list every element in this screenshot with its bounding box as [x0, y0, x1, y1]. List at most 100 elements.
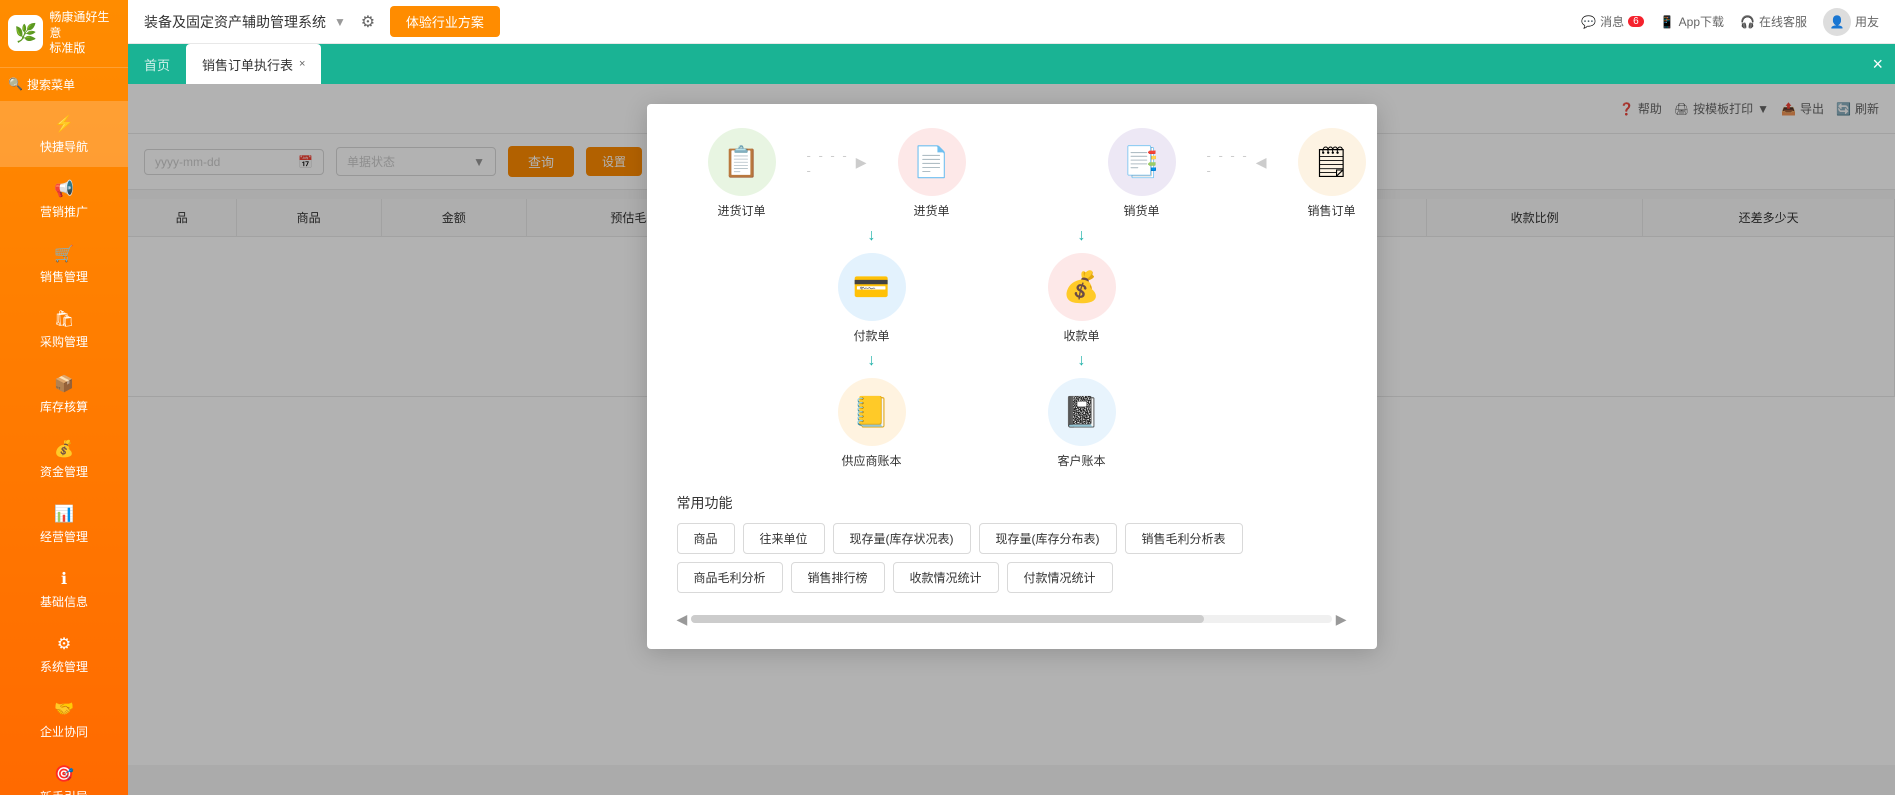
flow-item-purchase-bill[interactable]: 📄 进货单: [867, 128, 997, 219]
sidebar-item-新手引导[interactable]: 🎯新手引导: [0, 752, 128, 795]
trial-button[interactable]: 体验行业方案: [390, 6, 500, 37]
sidebar-item-经营管理[interactable]: 📊 经营管理: [0, 492, 128, 557]
down-arrow-rec: ↓: [1078, 352, 1086, 370]
supplier-ledger-label: 供应商账本: [841, 452, 901, 469]
tab-1[interactable]: 销售订单执行表×: [186, 44, 321, 84]
phone-icon: 📱: [1660, 15, 1675, 29]
tabs-close-btn[interactable]: ×: [1860, 54, 1895, 75]
sidebar-label-2: 销售管理: [40, 268, 88, 285]
sidebar-label-4: 库存核算: [40, 398, 88, 415]
purchase-order-label: 进货订单: [717, 202, 765, 219]
flow-item-sales-order[interactable]: 🗒 销售订单: [1267, 128, 1377, 219]
scroll-area: ◀ ▶: [677, 605, 1347, 633]
arrow-so-to-sb: - - - - - ◀: [1207, 148, 1267, 178]
tab-label-0: 首页: [144, 55, 170, 74]
sidebar-item-快捷导航[interactable]: ⚡ 快捷导航: [0, 102, 128, 167]
flow-row-connectors-2: ↓ ↓: [677, 352, 1147, 370]
purchase-bill-label: 进货单: [913, 202, 949, 219]
search-icon: 🔍: [8, 77, 23, 91]
flow-row-3: 📒 供应商账本 📓 客户账本: [677, 378, 1147, 469]
sidebar-icon-2: 🛒: [54, 244, 74, 264]
sidebar-label-3: 采购管理: [40, 333, 88, 350]
sidebar-icon-10: 🎯: [54, 764, 74, 784]
sidebar-item-销售管理[interactable]: 🛒 销售管理: [0, 232, 128, 297]
sidebar-icon-0: ⚡: [54, 114, 74, 134]
supplier-ledger-circle: 📒: [838, 378, 906, 446]
flow-item-payment-bill[interactable]: 💳 付款单: [807, 253, 937, 344]
sidebar-icon-7: ℹ: [61, 569, 67, 589]
down-arrow-sb: ↓: [1078, 227, 1086, 245]
receipt-bill-circle: 💰: [1048, 253, 1116, 321]
dropdown-icon[interactable]: ▼: [334, 15, 346, 29]
settings-icon[interactable]: ⚙: [354, 8, 382, 36]
sidebar-item-企业协同[interactable]: 🤝企业协同: [0, 687, 128, 752]
logo: 🌿 畅康通好生意 标准版: [0, 0, 128, 68]
app-download-item[interactable]: 📱 App下载: [1660, 13, 1724, 30]
sidebar-item-营销推广[interactable]: 📢营销推广: [0, 167, 128, 232]
sidebar-search[interactable]: 🔍 搜索菜单: [0, 68, 128, 102]
sales-order-label: 销售订单: [1307, 202, 1355, 219]
func-btn-6[interactable]: 销售排行榜: [791, 562, 885, 593]
modal-content: 📋 进货订单 - - - - - ▶ 📄: [647, 104, 1377, 649]
horizontal-scrollbar[interactable]: [691, 615, 1331, 623]
func-btn-5[interactable]: 商品毛利分析: [677, 562, 783, 593]
func-btn-8[interactable]: 付款情况统计: [1007, 562, 1113, 593]
func-btn-3[interactable]: 现存量(库存分布表): [979, 523, 1117, 554]
sidebar-label-6: 经营管理: [40, 528, 88, 545]
func-btn-2[interactable]: 现存量(库存状况表): [833, 523, 971, 554]
sidebar: 🌿 畅康通好生意 标准版 🔍 搜索菜单 ⚡ 快捷导航 📢营销推广 🛒 销售管理 🛍 采购管理…: [0, 0, 128, 795]
sidebar-item-资金管理[interactable]: 💰资金管理: [0, 427, 128, 492]
func-btn-0[interactable]: 商品: [677, 523, 735, 554]
headset-icon: 🎧: [1740, 15, 1755, 29]
func-btn-4[interactable]: 销售毛利分析表: [1125, 523, 1243, 554]
sidebar-item-采购管理[interactable]: 🛍 采购管理: [0, 297, 128, 362]
sales-bill-circle: 📑: [1108, 128, 1176, 196]
sales-order-circle: 🗒: [1298, 128, 1366, 196]
flow-diagram: 📋 进货订单 - - - - - ▶ 📄: [677, 128, 1347, 477]
flow-row-connectors: ↓ ↓: [677, 227, 1147, 245]
scroll-right-icon[interactable]: ▶: [1336, 611, 1347, 628]
common-functions: 常用功能 商品往来单位现存量(库存状况表)现存量(库存分布表)销售毛利分析表商品…: [677, 493, 1347, 593]
sidebar-label-7: 基础信息: [40, 593, 88, 610]
flow-row-2: 💳 付款单 💰 收款单: [677, 253, 1147, 344]
flow-item-purchase-order[interactable]: 📋 进货订单: [677, 128, 807, 219]
scroll-left-icon[interactable]: ◀: [677, 611, 688, 628]
tab-0[interactable]: 首页: [128, 44, 186, 84]
common-functions-title: 常用功能: [677, 493, 1347, 513]
sidebar-item-系统管理[interactable]: ⚙系统管理: [0, 622, 128, 687]
sidebar-icon-3: 🛍: [54, 309, 74, 329]
sidebar-nav: ⚡ 快捷导航 📢营销推广 🛒 销售管理 🛍 采购管理 📦 库存核算 💰资金管理 📊 经营管理 ℹ 基础信息…: [0, 102, 128, 795]
arrow-po-to-pb: - - - - - ▶: [807, 148, 867, 178]
sidebar-icon-8: ⚙: [57, 634, 71, 654]
sidebar-item-库存核算[interactable]: 📦 库存核算: [0, 362, 128, 427]
tab-close-1[interactable]: ×: [299, 58, 305, 70]
receipt-bill-label: 收款单: [1063, 327, 1099, 344]
message-icon: 💬: [1581, 15, 1596, 29]
func-btn-7[interactable]: 收款情况统计: [893, 562, 999, 593]
func-btn-1[interactable]: 往来单位: [743, 523, 825, 554]
message-item[interactable]: 💬 消息 6: [1581, 13, 1644, 30]
purchase-order-circle: 📋: [708, 128, 776, 196]
system-title: 装备及固定资产辅助管理系统: [144, 12, 326, 32]
payment-bill-circle: 💳: [838, 253, 906, 321]
flow-item-supplier-ledger[interactable]: 📒 供应商账本: [807, 378, 937, 469]
sidebar-label-1: 营销推广: [40, 203, 88, 220]
user-item[interactable]: 👤 用友: [1823, 8, 1879, 36]
payment-bill-label: 付款单: [853, 327, 889, 344]
customer-ledger-circle: 📓: [1048, 378, 1116, 446]
sidebar-label-0: 快捷导航: [40, 138, 88, 155]
purchase-bill-circle: 📄: [898, 128, 966, 196]
logo-text: 畅康通好生意 标准版: [49, 10, 120, 57]
header-right: 💬 消息 6 📱 App下载 🎧 在线客服 👤 用友: [1581, 8, 1879, 36]
flow-item-sales-bill[interactable]: 📑 销货单: [1077, 128, 1207, 219]
flow-item-customer-ledger[interactable]: 📓 客户账本: [1017, 378, 1147, 469]
online-service-item[interactable]: 🎧 在线客服: [1740, 13, 1807, 30]
sidebar-icon-4: 📦: [54, 374, 74, 394]
down-arrow-pb: ↓: [868, 227, 876, 245]
sidebar-item-基础信息[interactable]: ℹ 基础信息: [0, 557, 128, 622]
modal-dialog: 📋 进货订单 - - - - - ▶ 📄: [647, 104, 1377, 649]
flow-item-receipt-bill[interactable]: 💰 收款单: [1017, 253, 1147, 344]
sidebar-icon-6: 📊: [54, 504, 74, 524]
flow-row-1: 📋 进货订单 - - - - - ▶ 📄: [677, 128, 1377, 219]
func-buttons: 商品往来单位现存量(库存状况表) 现存量(库存分布表) 销售毛利分析表商品毛利分析销…: [677, 523, 1347, 593]
